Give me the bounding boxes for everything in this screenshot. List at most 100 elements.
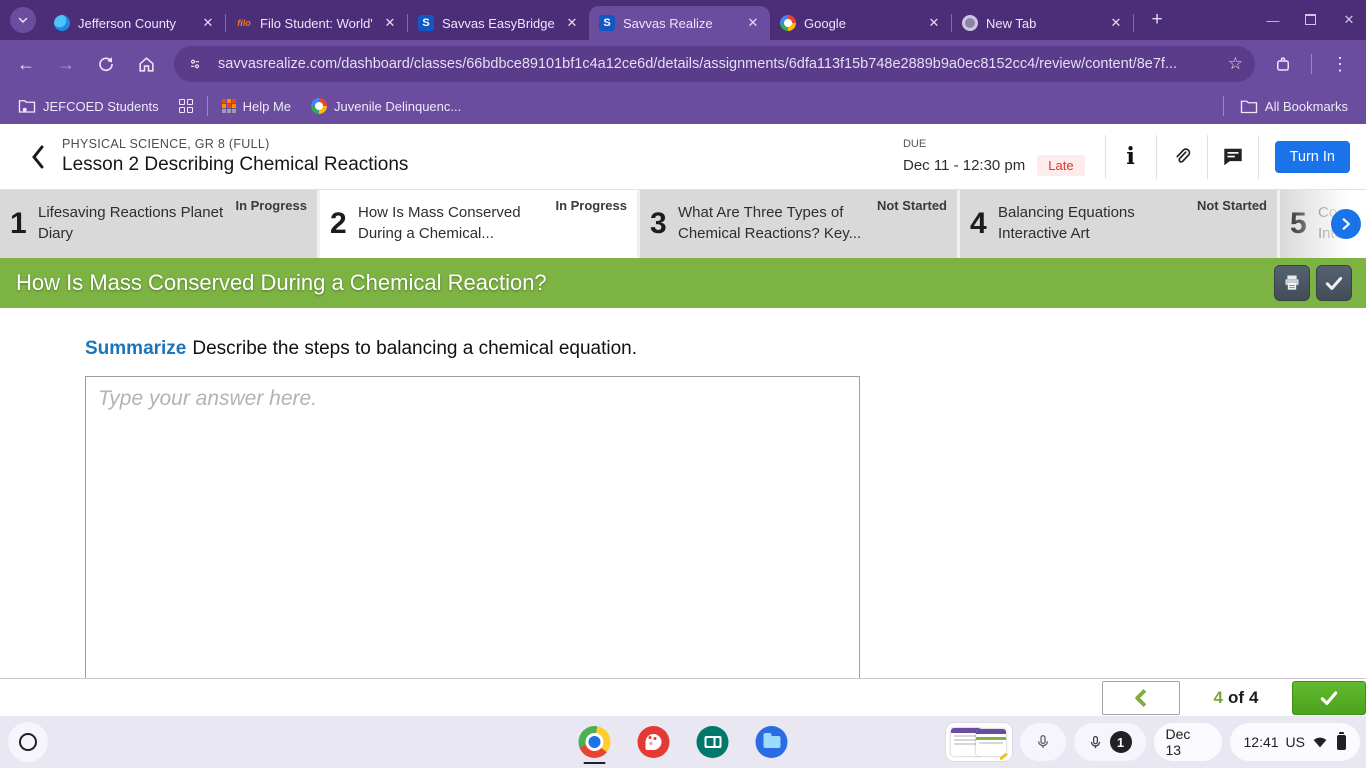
submit-check-button[interactable] [1292,680,1366,715]
palette-icon [645,734,662,750]
screen: Jefferson County ✕ filo Filo Student: Wo… [0,0,1366,768]
step-number: 1 [10,207,27,240]
launcher-icon [19,733,37,751]
course-name: PHYSICAL SCIENCE, GR 8 (FULL) [62,137,270,151]
previous-page-button[interactable] [1102,680,1180,715]
answer-input[interactable] [85,376,860,678]
close-tab-icon[interactable]: ✕ [744,14,762,32]
system-tray[interactable]: 12:41 US [1229,723,1360,761]
tab-savvas-realize-active[interactable]: S Savvas Realize ✕ [589,6,770,40]
forward-icon[interactable]: → [54,52,78,76]
canvas-app-icon[interactable] [637,726,670,758]
launcher-button[interactable] [8,722,48,762]
header-divider [1104,134,1106,179]
browser-toolbar: ← → savvasrealize.com/dashboard/classes/… [0,40,1366,88]
page-indicator: 4 of 4 [1180,688,1292,708]
step-tab-1[interactable]: 1 Lifesaving Reactions Planet Diary In P… [0,190,317,258]
tab-google[interactable]: Google ✕ [770,6,951,40]
close-tab-icon[interactable]: ✕ [199,14,217,32]
card-icon [704,736,721,748]
apps-grid-icon [178,99,193,113]
step-tab-4[interactable]: 4 Balancing Equations Interactive Art No… [960,190,1277,258]
chrome-app-icon[interactable] [578,726,611,764]
close-tab-icon[interactable]: ✕ [925,14,943,32]
calendar-pill[interactable]: Dec 13 [1153,723,1222,761]
current-page: 4 [1213,687,1223,707]
tab-title: Google [804,15,846,31]
home-icon[interactable] [134,52,158,76]
attachment-icon[interactable] [1163,138,1201,176]
window-controls: — ✕ [1266,0,1356,40]
bookmark-label: Help Me [242,98,292,114]
bookmarks-bar: JEFCOED Students Help Me Juvenile Delinq… [0,88,1366,124]
turn-in-button[interactable]: Turn In [1274,140,1350,173]
lesson-banner: How Is Mass Conserved During a Chemical … [0,258,1366,308]
tab-separator [1133,14,1134,32]
filo-favicon-icon: filo [237,18,251,28]
step-tab-2-active[interactable]: 2 How Is Mass Conserved During a Chemica… [320,190,637,258]
back-icon[interactable]: ← [14,52,38,76]
mark-complete-button[interactable] [1316,265,1352,301]
late-status-badge: Late [1037,154,1085,176]
tab-jefferson-county[interactable]: Jefferson County ✕ [44,6,225,40]
print-button[interactable] [1274,265,1310,301]
step-status: Not Started [1196,198,1267,213]
restore-window-icon[interactable] [1304,13,1318,27]
step-title: Balancing Equations Interactive Art [998,204,1135,242]
close-tab-icon[interactable]: ✕ [563,14,581,32]
shelf-status-area: 1 Dec 13 12:41 US [945,723,1360,761]
new-tab-favicon-icon [962,15,978,31]
chevron-left-icon [32,145,44,168]
browser-menu-icon[interactable]: ⋮ [1328,52,1352,76]
address-bar[interactable]: savvasrealize.com/dashboard/classes/66bd… [174,46,1255,82]
microphone-icon [1037,735,1048,748]
shelf-apps [578,726,788,764]
back-to-assignments-button[interactable] [30,143,46,171]
minimize-window-icon[interactable]: — [1266,13,1280,28]
mic-mute-button[interactable] [1019,723,1066,761]
comments-icon[interactable] [1214,138,1252,176]
all-bookmarks-label: All Bookmarks [1264,98,1348,114]
steps-scroll-next-button[interactable] [1331,209,1361,239]
tab-filo-student[interactable]: filo Filo Student: World's ✕ [226,6,407,40]
tab-new-tab[interactable]: New Tab ✕ [952,6,1133,40]
url-text: savvasrealize.com/dashboard/classes/66bd… [218,56,1178,72]
tab-search-button[interactable] [10,7,36,33]
step-title: Lifesaving Reactions Planet Diary [38,204,224,242]
check-icon [1320,690,1338,705]
bookmarks-right: All Bookmarks [1222,96,1354,117]
keyboard-locale: US [1285,734,1305,750]
bookmark-label: Juvenile Delinquenc... [334,98,462,114]
prompt-text: Describe the steps to balancing a chemic… [192,338,638,359]
files-app-icon[interactable] [755,726,788,758]
step-title: How Is Mass Conserved During a Chemical.… [358,204,521,242]
bookmark-help-me[interactable]: Help Me [216,96,297,117]
apps-shortcut-button[interactable] [173,96,199,116]
site-info-icon[interactable] [182,51,208,77]
close-tab-icon[interactable]: ✕ [381,14,399,32]
bookmark-managed-folder[interactable]: JEFCOED Students [12,95,165,117]
mic-usage-indicator[interactable]: 1 [1073,723,1146,761]
tab-savvas-easybridge[interactable]: S Savvas EasyBridge ✕ [408,6,589,40]
step-number: 2 [330,207,347,240]
assignment-title: Lesson 2 Describing Chemical Reactions [62,154,409,175]
close-window-icon[interactable]: ✕ [1342,12,1356,27]
new-tab-button[interactable]: + [1144,7,1170,33]
page-separator: of [1227,687,1245,707]
extensions-icon[interactable] [1271,52,1295,76]
tab-title: Jefferson County [78,15,177,31]
close-tab-icon[interactable]: ✕ [1107,14,1125,32]
step-status: In Progress [235,198,307,213]
bookmark-star-icon[interactable]: ☆ [1228,54,1243,74]
tab-title: Savvas EasyBridge [442,15,555,31]
bookmark-juvenile[interactable]: Juvenile Delinquenc... [305,95,467,117]
screencast-app-icon[interactable] [696,726,729,758]
step-tab-3[interactable]: 3 What Are Three Types of Chemical React… [640,190,957,258]
info-icon[interactable]: i [1112,138,1150,176]
step-number: 4 [970,207,987,240]
screenshot-thumbnail[interactable] [945,723,1012,761]
help-me-favicon-icon [221,99,236,113]
assignment-header-right: DUE Dec 11 - 12:30 pm Late i Turn In [903,134,1350,179]
all-bookmarks-button[interactable]: All Bookmarks [1234,96,1354,117]
reload-icon[interactable] [94,52,118,76]
